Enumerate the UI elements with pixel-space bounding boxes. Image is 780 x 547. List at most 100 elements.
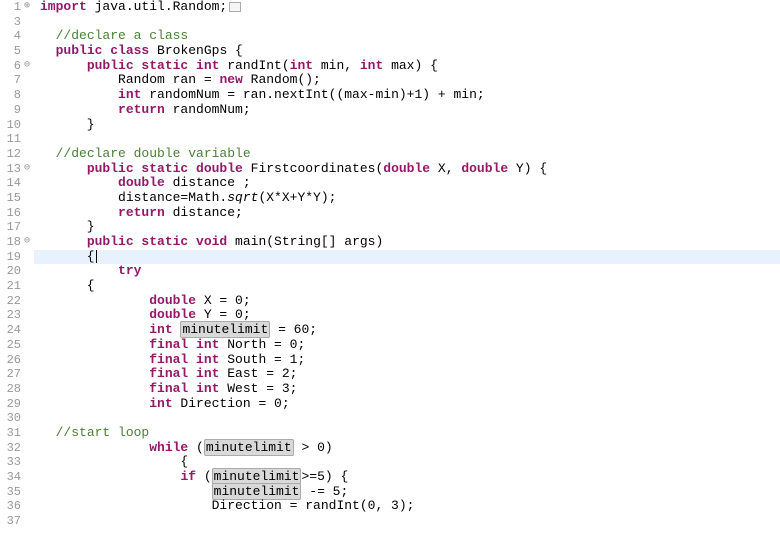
code-line[interactable]	[34, 132, 780, 147]
code-token	[40, 381, 149, 396]
code-token: Direction = 0;	[173, 396, 290, 411]
code-line[interactable]: Random ran = new Random();	[34, 73, 780, 88]
code-token: double	[383, 161, 430, 176]
code-line[interactable]: public static double Firstcoordinates(do…	[34, 162, 780, 177]
code-line[interactable]: double Y = 0;	[34, 308, 780, 323]
code-line[interactable]: //start loop	[34, 426, 780, 441]
code-line[interactable]: int minutelimit = 60;	[34, 323, 780, 338]
code-token	[40, 28, 56, 43]
code-area[interactable]: import java.util.Random; //declare a cla…	[34, 0, 780, 547]
code-token	[40, 58, 87, 73]
code-token: return	[118, 102, 165, 117]
code-token	[40, 161, 87, 176]
code-token: public static void	[87, 234, 227, 249]
code-token: West = 3;	[219, 381, 297, 396]
collapse-icon[interactable]: ⊖	[22, 162, 32, 177]
code-line[interactable]: final int South = 1;	[34, 353, 780, 368]
code-line[interactable]: if (minutelimit>=5) {	[34, 470, 780, 485]
line-number: 35	[0, 485, 34, 500]
code-token: X = 0;	[196, 293, 251, 308]
line-number: 37	[0, 514, 34, 529]
code-line[interactable]: public class BrokenGps {	[34, 44, 780, 59]
code-line[interactable]: //declare a class	[34, 29, 780, 44]
code-line[interactable]: }	[34, 220, 780, 235]
code-line[interactable]: int Direction = 0;	[34, 397, 780, 412]
line-number: 5	[0, 44, 34, 59]
code-line[interactable]: int randomNum = ran.nextInt((max-min)+1)…	[34, 88, 780, 103]
line-number: 18⊖	[0, 235, 34, 250]
code-line[interactable]: return distance;	[34, 206, 780, 221]
line-number: 25	[0, 338, 34, 353]
code-line[interactable]: {	[34, 279, 780, 294]
code-line[interactable]: {	[34, 455, 780, 470]
expand-icon[interactable]: ⊕	[22, 0, 32, 15]
line-number: 31	[0, 426, 34, 441]
code-line[interactable]: final int East = 2;	[34, 367, 780, 382]
code-token	[40, 43, 56, 58]
code-token: new	[219, 72, 242, 87]
code-token: int	[118, 87, 141, 102]
line-number: 29	[0, 397, 34, 412]
code-line[interactable]: {	[34, 250, 780, 265]
code-line[interactable]: //declare double variable	[34, 147, 780, 162]
line-number: 3	[0, 15, 34, 30]
code-token	[40, 175, 118, 190]
code-token: final int	[149, 352, 219, 367]
line-number: 20	[0, 264, 34, 279]
text-cursor	[96, 250, 97, 263]
code-line[interactable]: }	[34, 118, 780, 133]
code-line[interactable]: while (minutelimit > 0)	[34, 441, 780, 456]
line-number: 27	[0, 367, 34, 382]
code-token: double	[149, 293, 196, 308]
code-line[interactable]: public static void main(String[] args)	[34, 235, 780, 250]
code-token: {	[40, 278, 95, 293]
code-token: return	[118, 205, 165, 220]
code-token: double	[118, 175, 165, 190]
code-line[interactable]: final int North = 0;	[34, 338, 780, 353]
code-line[interactable]: public static int randInt(int min, int m…	[34, 59, 780, 74]
code-token: import	[40, 0, 87, 14]
code-line[interactable]: Direction = randInt(0, 3);	[34, 499, 780, 514]
code-token: distance;	[165, 205, 243, 220]
code-token: }	[40, 219, 95, 234]
collapse-icon[interactable]: ⊖	[22, 235, 32, 250]
code-token	[40, 352, 149, 367]
code-line[interactable]	[34, 411, 780, 426]
code-line[interactable]: double distance ;	[34, 176, 780, 191]
code-token	[40, 234, 87, 249]
code-line[interactable]: double X = 0;	[34, 294, 780, 309]
line-number: 11	[0, 132, 34, 147]
code-token: //declare double variable	[56, 146, 251, 161]
code-token: Direction = randInt(0, 3);	[40, 498, 414, 513]
code-token: South = 1;	[219, 352, 305, 367]
code-token: while	[149, 440, 188, 455]
code-line[interactable]	[34, 514, 780, 529]
line-number: 16	[0, 206, 34, 221]
code-token	[40, 425, 56, 440]
code-token	[40, 469, 180, 484]
code-token	[40, 337, 149, 352]
code-line[interactable]: minutelimit -= 5;	[34, 485, 780, 500]
code-token: Random ran =	[40, 72, 219, 87]
line-number: 32	[0, 441, 34, 456]
fold-indicator-icon[interactable]	[229, 2, 241, 12]
code-line[interactable]: try	[34, 264, 780, 279]
code-token: randInt(	[219, 58, 289, 73]
code-token: randomNum;	[165, 102, 251, 117]
code-token: minutelimit	[180, 321, 270, 338]
code-token: distance ;	[165, 175, 251, 190]
code-token: -= 5;	[301, 484, 348, 499]
line-number: 1⊕	[0, 0, 34, 15]
code-line[interactable]: return randomNum;	[34, 103, 780, 118]
code-token: Firstcoordinates(	[243, 161, 383, 176]
code-token: Random();	[243, 72, 321, 87]
code-line[interactable]: distance=Math.sqrt(X*X+Y*Y);	[34, 191, 780, 206]
code-line[interactable]: import java.util.Random;	[34, 0, 780, 15]
collapse-icon[interactable]: ⊖	[22, 59, 32, 74]
code-line[interactable]	[34, 15, 780, 30]
code-token: final int	[149, 366, 219, 381]
code-line[interactable]: final int West = 3;	[34, 382, 780, 397]
line-number: 17	[0, 220, 34, 235]
code-editor[interactable]: 1⊕3456⊖78910111213⊖1415161718⊖1920212223…	[0, 0, 780, 547]
code-token	[40, 366, 149, 381]
